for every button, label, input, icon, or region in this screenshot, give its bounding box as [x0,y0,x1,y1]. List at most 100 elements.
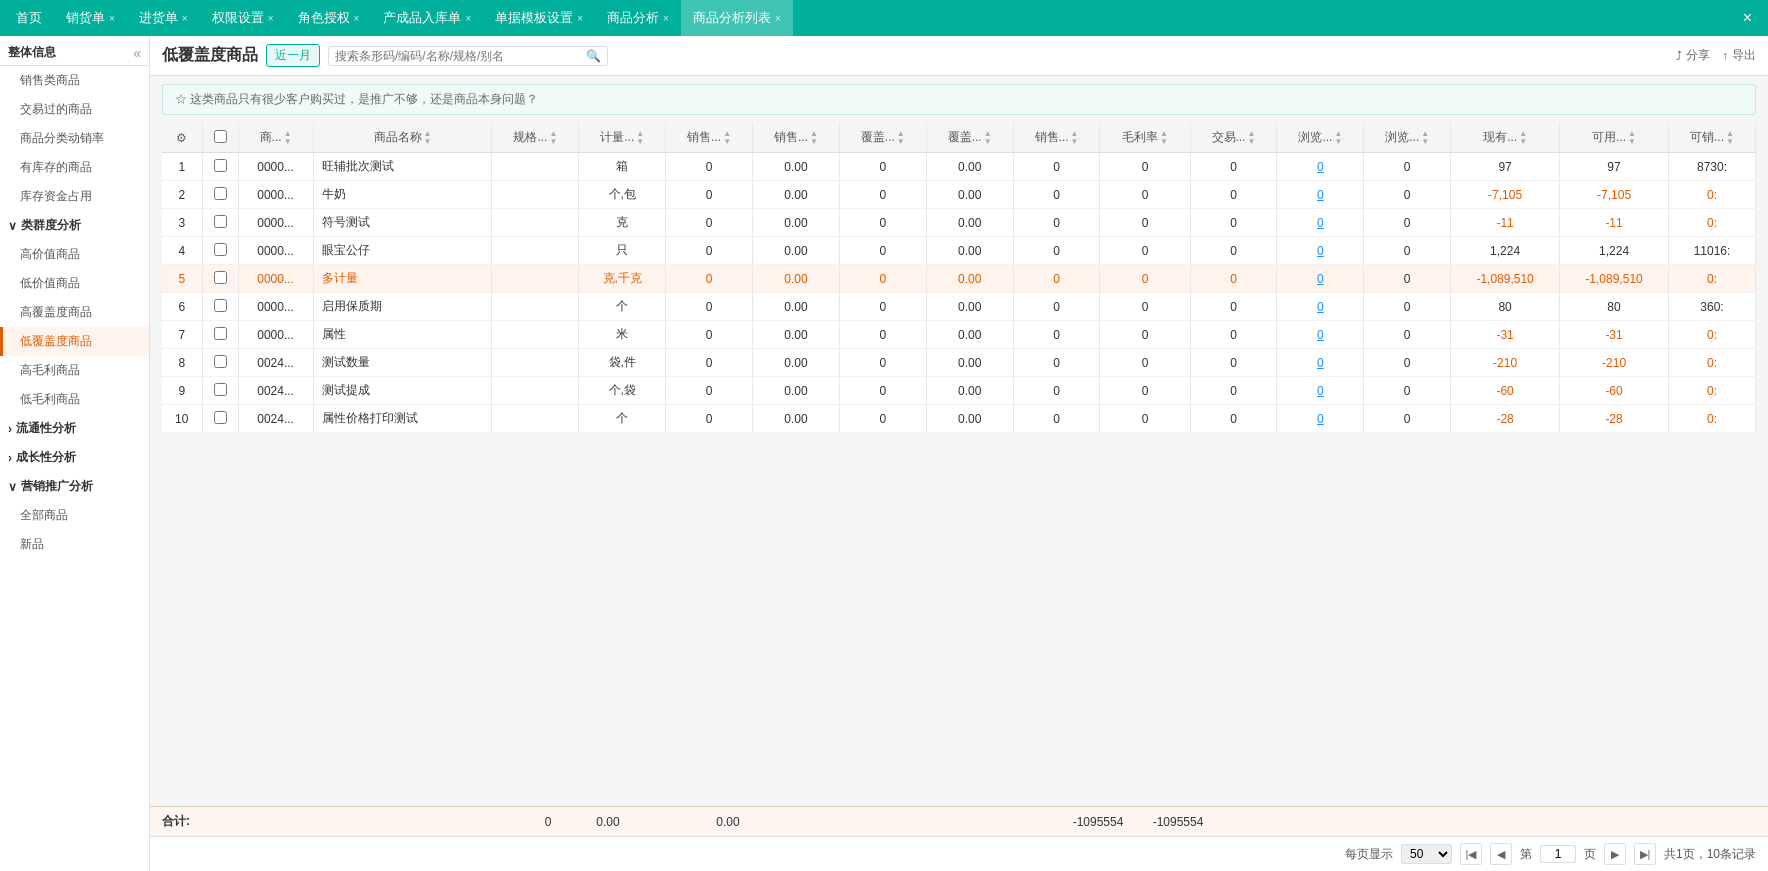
row-checkbox[interactable] [214,411,227,424]
row-checkbox[interactable] [214,355,227,368]
td-browse1[interactable]: 0 [1277,209,1364,237]
row-checkbox[interactable] [214,327,227,340]
sidebar-item-new-goods[interactable]: 新品 [0,530,149,559]
row-checkbox[interactable] [214,383,227,396]
row-checkbox[interactable] [214,299,227,312]
td-transaction: 0 [1190,237,1277,265]
sidebar-item-high-coverage[interactable]: 高覆盖度商品 [0,298,149,327]
row-checkbox[interactable] [214,215,227,228]
select-all-checkbox[interactable] [214,130,227,143]
td-checkbox[interactable] [202,237,238,265]
nav-role-auth[interactable]: 角色授权 × [286,0,372,36]
row-checkbox[interactable] [214,187,227,200]
sidebar-item-high-gross[interactable]: 高毛利商品 [0,356,149,385]
nav-finished-goods[interactable]: 产成品入库单 × [371,0,483,36]
td-checkbox[interactable] [202,321,238,349]
page-last-btn[interactable]: ▶| [1634,843,1656,865]
sidebar-item-all-goods[interactable]: 全部商品 [0,501,149,530]
nav-permissions-close[interactable]: × [268,13,274,24]
page-first-btn[interactable]: |◀ [1460,843,1482,865]
sidebar-group-growth-analysis[interactable]: › 成长性分析 [0,443,149,472]
page-input[interactable] [1540,845,1576,863]
td-checkbox[interactable] [202,153,238,181]
sidebar-item-sales-goods[interactable]: 销售类商品 [0,66,149,95]
nav-role-auth-close[interactable]: × [354,13,360,24]
column-settings-icon[interactable]: ⚙ [176,131,187,145]
page-size-select[interactable]: 50 100 200 [1401,844,1452,864]
nav-template-settings-close[interactable]: × [577,13,583,24]
td-checkbox[interactable] [202,377,238,405]
page-prev-btn[interactable]: ◀ [1490,843,1512,865]
td-checkbox[interactable] [202,293,238,321]
th-browse1[interactable]: 浏览...▲▼ [1277,123,1364,153]
nav-purchase-order-close[interactable]: × [182,13,188,24]
td-available: -1,089,510 [1560,265,1669,293]
td-browse1[interactable]: 0 [1277,321,1364,349]
td-browse1[interactable]: 0 [1277,153,1364,181]
td-browse1[interactable]: 0 [1277,237,1364,265]
th-sales-amt[interactable]: 销售...▲▼ [753,123,840,153]
td-browse1[interactable]: 0 [1277,265,1364,293]
th-name[interactable]: 商品名称▲▼ [313,123,492,153]
sidebar-item-high-value[interactable]: 高价值商品 [0,240,149,269]
share-button[interactable]: ⤴ 分享 [1676,47,1710,64]
th-spec[interactable]: 规格...▲▼ [492,123,579,153]
td-browse1[interactable]: 0 [1277,405,1364,433]
sidebar-item-capital-occupy[interactable]: 库存资金占用 [0,182,149,211]
period-button[interactable]: 近一月 [266,44,320,67]
export-button[interactable]: ↑ 导出 [1722,47,1756,64]
nav-goods-analysis-list-close[interactable]: × [775,13,781,24]
td-browse1[interactable]: 0 [1277,181,1364,209]
th-sales-qty[interactable]: 销售...▲▼ [666,123,753,153]
row-checkbox[interactable] [214,243,227,256]
th-unit[interactable]: 计量...▲▼ [579,123,666,153]
th-sellable[interactable]: 可销...▲▼ [1669,123,1756,153]
table-container[interactable]: ⚙ 商...▲▼ 商品名称▲▼ 规格...▲▼ 计量...▲▼ 销售...▲▼ … [162,123,1756,806]
sidebar-group-flow-analysis[interactable]: › 流通性分析 [0,414,149,443]
sidebar-group-marketing-analysis[interactable]: ∨ 营销推广分析 [0,472,149,501]
sidebar-item-traded-goods[interactable]: 交易过的商品 [0,95,149,124]
sidebar-item-low-coverage[interactable]: 低覆盖度商品 [0,327,149,356]
nav-finished-goods-close[interactable]: × [465,13,471,24]
nav-permissions[interactable]: 权限设置 × [200,0,286,36]
td-checkbox[interactable] [202,349,238,377]
th-current-stock[interactable]: 现有...▲▼ [1451,123,1560,153]
sidebar-item-low-gross[interactable]: 低毛利商品 [0,385,149,414]
nav-purchase-order[interactable]: 进货单 × [127,0,200,36]
td-checkbox[interactable] [202,405,238,433]
page-next-btn[interactable]: ▶ [1604,843,1626,865]
th-cover2[interactable]: 覆盖...▲▼ [926,123,1013,153]
th-code[interactable]: 商...▲▼ [238,123,313,153]
th-cover1[interactable]: 覆盖...▲▼ [839,123,926,153]
nav-goods-analysis-list[interactable]: 商品分析列表 × [681,0,793,36]
nav-goods-analysis-close[interactable]: × [663,13,669,24]
td-sales2: 0 [1013,349,1100,377]
row-checkbox[interactable] [214,159,227,172]
td-checkbox[interactable] [202,181,238,209]
close-all-tabs[interactable]: × [1731,9,1764,27]
sidebar-item-low-value[interactable]: 低价值商品 [0,269,149,298]
search-input[interactable] [335,49,582,63]
nav-template-settings[interactable]: 单据模板设置 × [483,0,595,36]
th-gross-margin[interactable]: 毛利率▲▼ [1100,123,1190,153]
nav-sales-order[interactable]: 销货单 × [54,0,127,36]
td-spec [492,321,579,349]
nav-home[interactable]: 首页 [4,0,54,36]
td-checkbox[interactable] [202,209,238,237]
td-checkbox[interactable] [202,265,238,293]
th-transaction[interactable]: 交易...▲▼ [1190,123,1277,153]
nav-goods-analysis[interactable]: 商品分析 × [595,0,681,36]
th-sales2[interactable]: 销售...▲▼ [1013,123,1100,153]
th-settings[interactable]: ⚙ [162,123,202,153]
nav-sales-order-close[interactable]: × [109,13,115,24]
sidebar-collapse-btn[interactable]: « [133,45,141,61]
sidebar-item-category-turnover[interactable]: 商品分类动销率 [0,124,149,153]
td-browse1[interactable]: 0 [1277,349,1364,377]
td-browse1[interactable]: 0 [1277,293,1364,321]
sidebar-group-cluster-analysis[interactable]: ∨ 类群度分析 [0,211,149,240]
th-browse2[interactable]: 浏览...▲▼ [1364,123,1451,153]
td-browse1[interactable]: 0 [1277,377,1364,405]
row-checkbox[interactable] [214,271,227,284]
th-available[interactable]: 可用...▲▼ [1560,123,1669,153]
sidebar-item-stock-goods[interactable]: 有库存的商品 [0,153,149,182]
